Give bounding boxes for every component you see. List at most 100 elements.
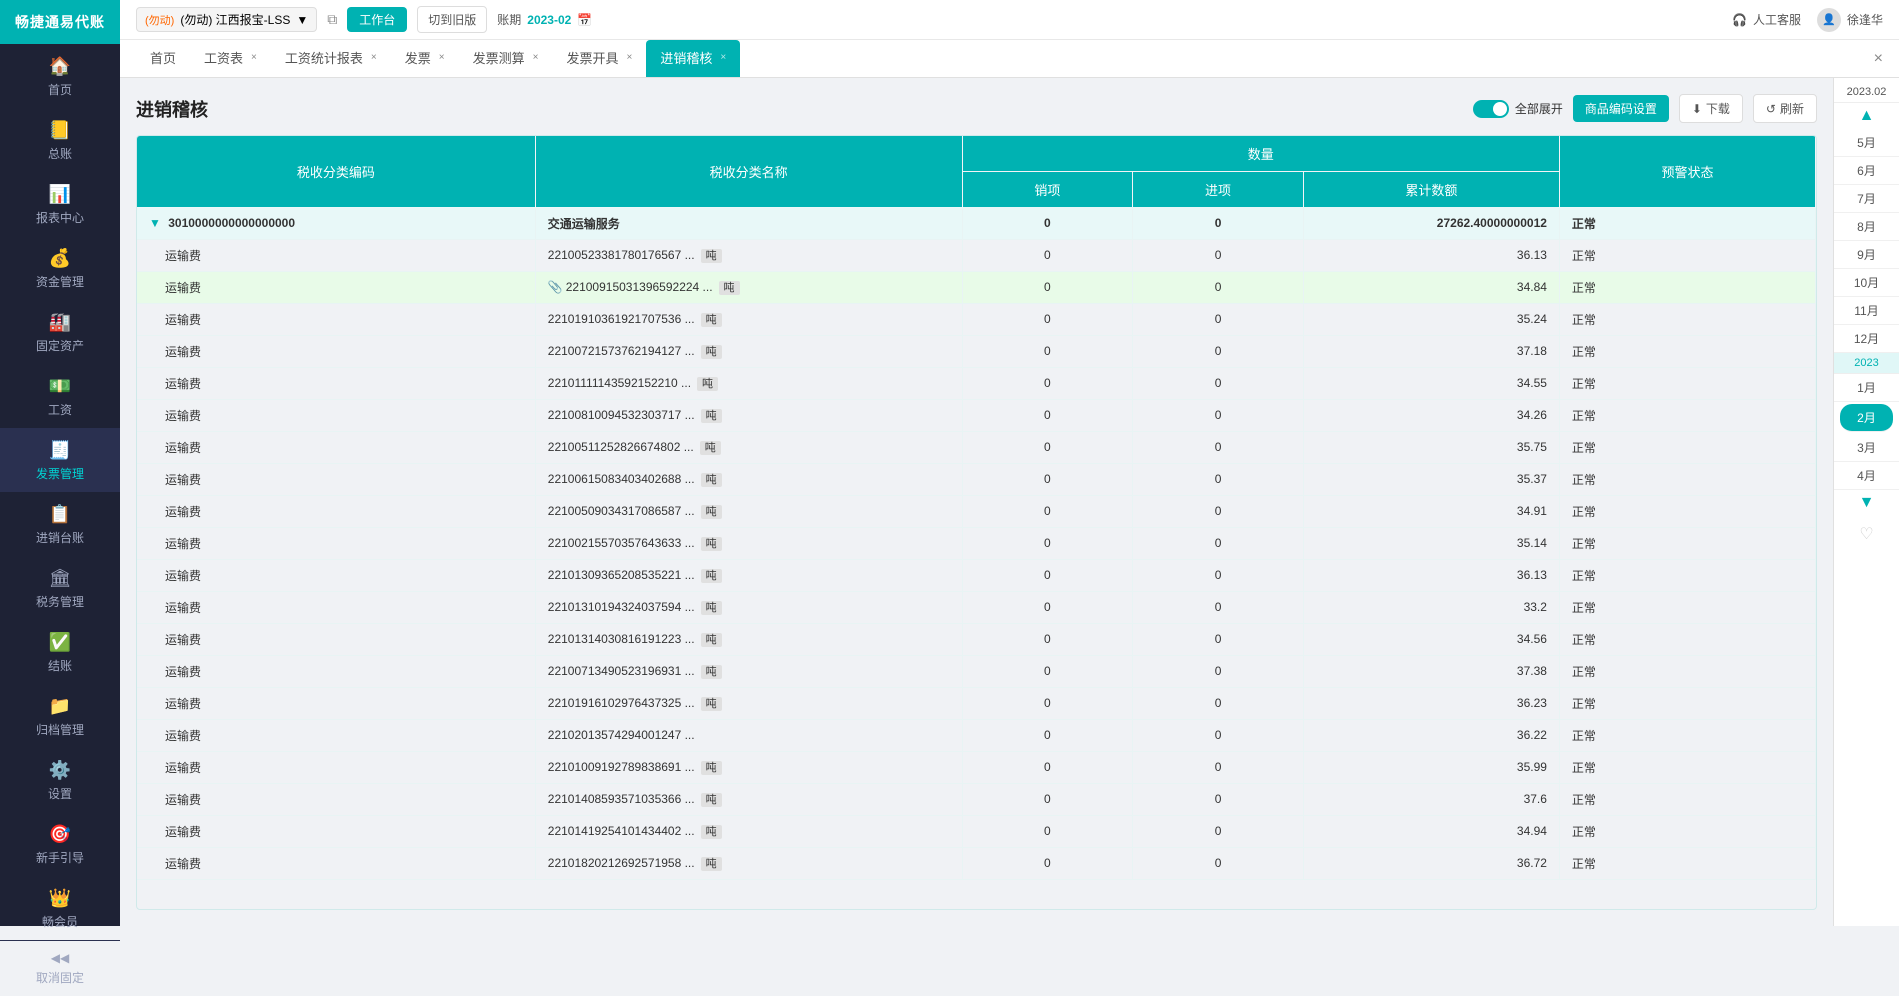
cell-cumulative: 36.22: [1303, 719, 1559, 751]
table-row[interactable]: 运输费 22101111143592152210 ...吨 0 0 34.55 …: [137, 367, 1816, 399]
cell-status: 正常: [1559, 687, 1815, 719]
header-actions: 全部展开 商品编码设置 ⬇ 下载 ↺ 刷新: [1473, 94, 1817, 123]
cell-sales: 0: [962, 527, 1133, 559]
tab-close-salary[interactable]: ×: [251, 52, 257, 63]
tab-home[interactable]: 首页: [136, 40, 190, 77]
sidebar-item-fixed-assets[interactable]: 🏭 固定资产: [0, 300, 120, 364]
table-row[interactable]: 运输费 22100509034317086587 ...吨 0 0 34.91 …: [137, 495, 1816, 527]
sidebar-item-guide[interactable]: 🎯 新手引导: [0, 812, 120, 876]
user-menu[interactable]: 👤 徐逢华: [1817, 8, 1883, 32]
cal-month-2-active[interactable]: 2月: [1840, 404, 1893, 432]
cell-status: 正常: [1559, 847, 1815, 879]
sidebar-item-sales-ledger[interactable]: 📋 进销台账: [0, 492, 120, 556]
table-row[interactable]: 运输费 22101419254101434402 ...吨 0 0 34.94 …: [137, 815, 1816, 847]
sales-ledger-icon: 📋: [49, 504, 71, 525]
calendar-icon[interactable]: 📅: [577, 13, 592, 27]
table-row[interactable]: 运输费 22101910361921707536 ...吨 0 0 35.24 …: [137, 303, 1816, 335]
cal-month-10[interactable]: 10月: [1834, 269, 1899, 297]
support-button[interactable]: 🎧 人工客服: [1732, 11, 1801, 28]
cal-month-11[interactable]: 11月: [1834, 297, 1899, 325]
table-row[interactable]: 运输费 22100713490523196931 ...吨 0 0 37.38 …: [137, 655, 1816, 687]
cell-purchase: 0: [1133, 527, 1304, 559]
tab-invoice-issue[interactable]: 发票开具 ×: [552, 40, 646, 77]
table-row[interactable]: 运输费 22100523381780176567 ...吨 0 0 36.13 …: [137, 239, 1816, 271]
cal-month-7[interactable]: 7月: [1834, 185, 1899, 213]
table-row[interactable]: 运输费 22100511252826674802 ...吨 0 0 35.75 …: [137, 431, 1816, 463]
table-row[interactable]: 运输费 22101314030816191223 ...吨 0 0 34.56 …: [137, 623, 1816, 655]
cell-item-name: 运输费: [137, 527, 535, 559]
sidebar-item-archive[interactable]: 📁 归档管理: [0, 684, 120, 748]
product-code-settings-button[interactable]: 商品编码设置: [1573, 95, 1669, 122]
th-quantity-group: 数量: [962, 136, 1559, 172]
close-all-icon[interactable]: ×: [1874, 50, 1883, 68]
cell-purchase: 0: [1133, 719, 1304, 751]
cal-month-4[interactable]: 4月: [1834, 462, 1899, 490]
cal-month-3[interactable]: 3月: [1834, 434, 1899, 462]
cell-sales: 0: [962, 303, 1133, 335]
sidebar-item-tax[interactable]: 🏛 税务管理: [0, 556, 120, 620]
cell-invoice-no: 22101820212692571958 ...吨: [535, 847, 962, 879]
tab-close-invoice-issue[interactable]: ×: [626, 52, 632, 63]
cell-item-name: 运输费: [137, 463, 535, 495]
cell-cumulative: 36.13: [1303, 559, 1559, 591]
sidebar-item-settings[interactable]: ⚙️ 设置: [0, 748, 120, 812]
table-row[interactable]: ▼ 3010000000000000000 交通运输服务 0 0 27262.4…: [137, 207, 1816, 239]
cell-invoice-no: 22101310194324037594 ...吨: [535, 591, 962, 623]
table-row[interactable]: 运输费 22101009192789838691 ...吨 0 0 35.99 …: [137, 751, 1816, 783]
tab-close-invoice-reconcile[interactable]: ×: [720, 52, 726, 63]
sidebar-item-close-account[interactable]: ✅ 结账: [0, 620, 120, 684]
company-selector[interactable]: (勿动) (勿动) 江西报宝-LSS ▼: [136, 7, 317, 32]
cal-month-6[interactable]: 6月: [1834, 157, 1899, 185]
cell-status: 正常: [1559, 559, 1815, 591]
cell-item-name: 运输费: [137, 719, 535, 751]
cal-month-12[interactable]: 12月: [1834, 325, 1899, 353]
workbench-button[interactable]: 工作台: [347, 7, 407, 32]
expand-icon[interactable]: ▼: [149, 216, 161, 230]
cell-invoice-no: 22100523381780176567 ...吨: [535, 239, 962, 271]
cal-month-9[interactable]: 9月: [1834, 241, 1899, 269]
refresh-button[interactable]: ↺ 刷新: [1753, 94, 1817, 123]
tab-close-invoice-calc[interactable]: ×: [533, 52, 539, 63]
cal-down-nav[interactable]: ▼: [1855, 490, 1879, 516]
sidebar-item-funds[interactable]: 💰 资金管理: [0, 236, 120, 300]
tab-salary-stats[interactable]: 工资统计报表 ×: [271, 40, 391, 77]
table-row[interactable]: 运输费 22102013574294001247 ... 0 0 36.22 正…: [137, 719, 1816, 751]
tab-close-invoice[interactable]: ×: [439, 52, 445, 63]
expand-toggle[interactable]: [1473, 100, 1509, 118]
sidebar-item-home[interactable]: 🏠 首页: [0, 44, 120, 108]
switch-version-button[interactable]: 切到旧版: [417, 6, 487, 33]
table-row[interactable]: 运输费 22100615083403402688 ...吨 0 0 35.37 …: [137, 463, 1816, 495]
tab-close-salary-stats[interactable]: ×: [371, 52, 377, 63]
table-row[interactable]: 运输费 22100215570357643633 ...吨 0 0 35.14 …: [137, 527, 1816, 559]
unpin-button[interactable]: ◀◀ 取消固定: [0, 940, 120, 996]
tab-invoice-calc[interactable]: 发票测算 ×: [459, 40, 553, 77]
cell-item-name: 运输费: [137, 271, 535, 303]
cell-cumulative: 34.94: [1303, 815, 1559, 847]
sidebar-item-salary[interactable]: 💵 工资: [0, 364, 120, 428]
tab-invoice-reconcile[interactable]: 进销稽核 ×: [646, 40, 740, 77]
tab-bar: 首页 工资表 × 工资统计报表 × 发票 × 发票测算 × 发票开具 × 进销稽…: [120, 40, 1899, 78]
table-row[interactable]: 运输费 22100810094532303717 ...吨 0 0 34.26 …: [137, 399, 1816, 431]
table-row[interactable]: 运输费 22101408593571035366 ...吨 0 0 37.6 正…: [137, 783, 1816, 815]
tab-invoice[interactable]: 发票 ×: [391, 40, 459, 77]
cal-month-5[interactable]: 5月: [1834, 129, 1899, 157]
table-row[interactable]: 运输费 22100721573762194127 ...吨 0 0 37.18 …: [137, 335, 1816, 367]
table-row[interactable]: 运输费 22101820212692571958 ...吨 0 0 36.72 …: [137, 847, 1816, 879]
copy-icon[interactable]: ⧉: [327, 11, 337, 28]
cell-status: 正常: [1559, 463, 1815, 495]
cell-invoice-no: 22100713490523196931 ...吨: [535, 655, 962, 687]
table-row[interactable]: 运输费 22101310194324037594 ...吨 0 0 33.2 正…: [137, 591, 1816, 623]
sidebar-item-ledger[interactable]: 📒 总账: [0, 108, 120, 172]
cell-item-name: 运输费: [137, 367, 535, 399]
sidebar-item-invoice-mgmt[interactable]: 🧾 发票管理: [0, 428, 120, 492]
cal-month-8[interactable]: 8月: [1834, 213, 1899, 241]
table-row[interactable]: 运输费 📎22100915031396592224 ...吨 0 0 34.84…: [137, 271, 1816, 303]
table-row[interactable]: 运输费 22101916102976437325 ...吨 0 0 36.23 …: [137, 687, 1816, 719]
table-row[interactable]: 运输费 22101309365208535221 ...吨 0 0 36.13 …: [137, 559, 1816, 591]
sidebar-item-member[interactable]: 👑 畅会员: [0, 876, 120, 940]
cal-up-nav[interactable]: ▲: [1855, 103, 1879, 129]
cal-month-1[interactable]: 1月: [1834, 374, 1899, 402]
sidebar-item-reports[interactable]: 📊 报表中心: [0, 172, 120, 236]
download-button[interactable]: ⬇ 下载: [1679, 94, 1743, 123]
tab-salary-table[interactable]: 工资表 ×: [190, 40, 271, 77]
